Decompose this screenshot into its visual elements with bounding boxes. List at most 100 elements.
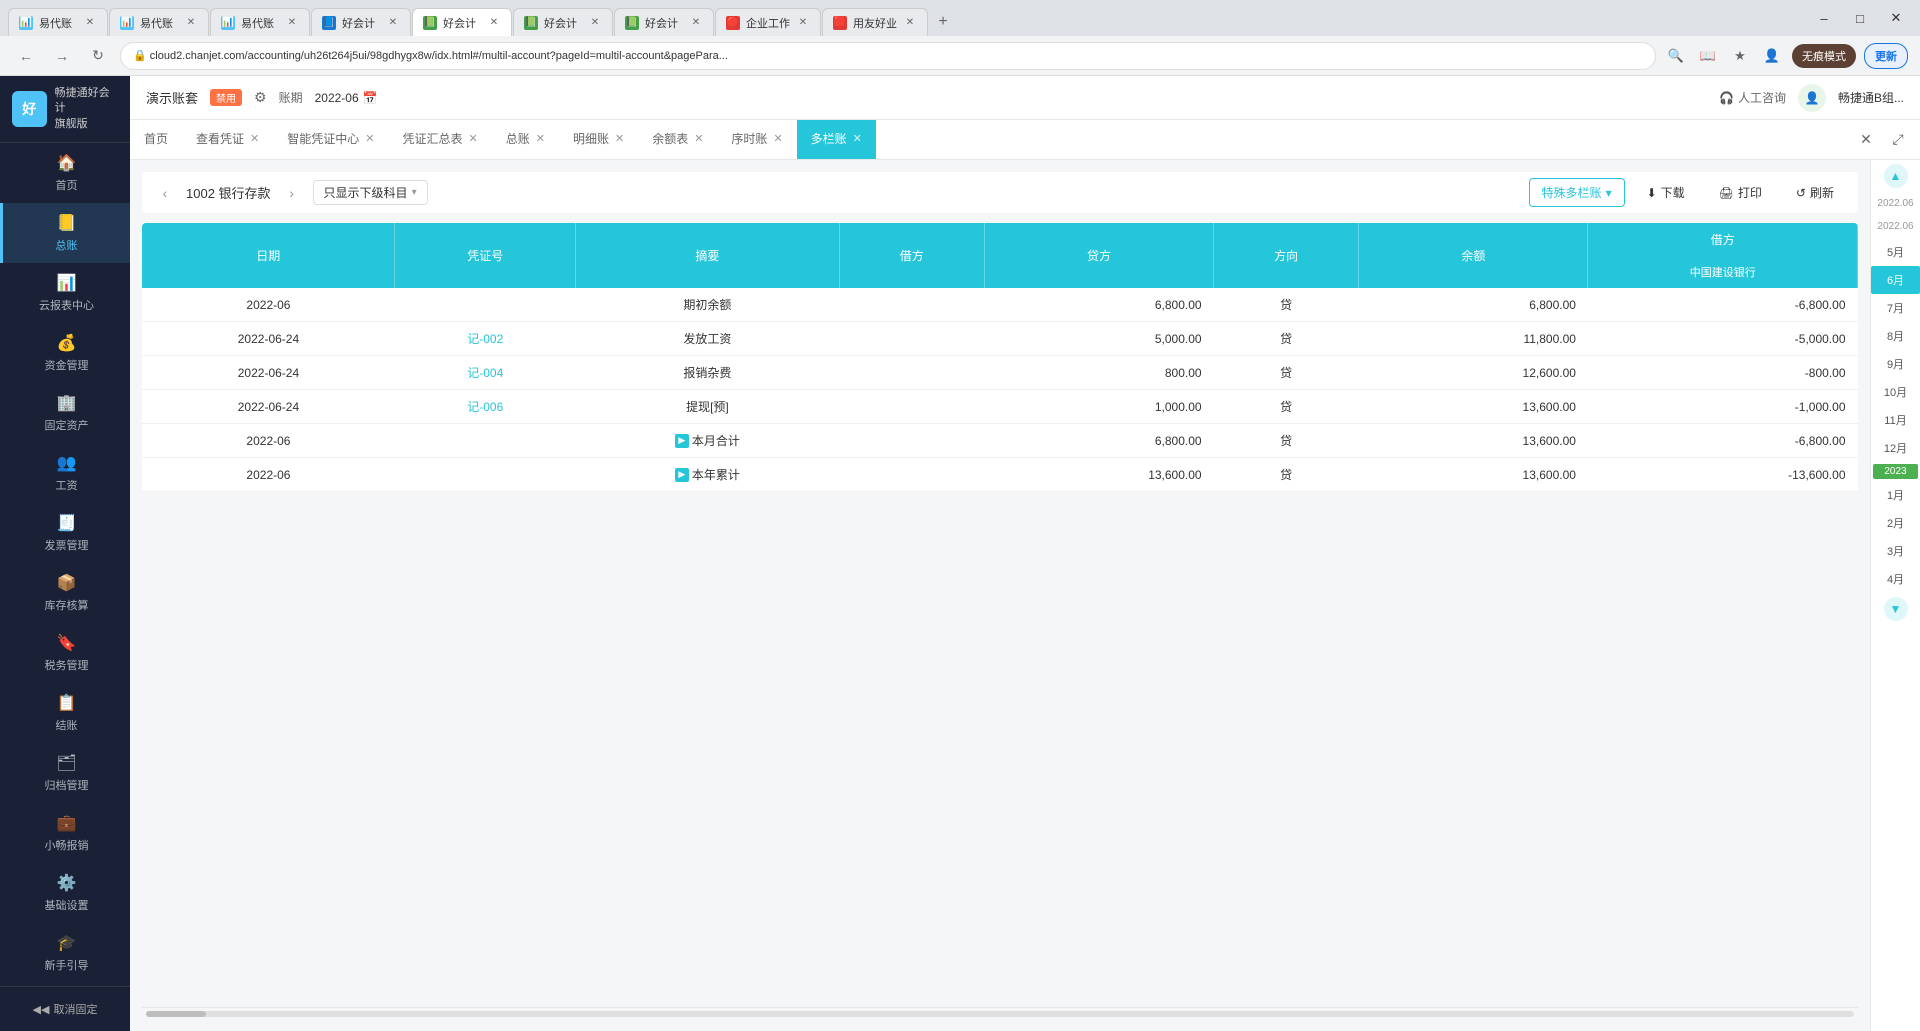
refresh-button[interactable]: ↺ 刷新 [1784,179,1846,206]
app-tab-1[interactable]: 首页 [130,120,182,160]
close-window-button[interactable]: ✕ [1880,2,1912,34]
profile-icon[interactable]: 👤 [1760,44,1784,68]
app-tab-5[interactable]: 总账✕ [492,120,559,160]
app-tab-7[interactable]: 余额表✕ [638,120,717,160]
print-button[interactable]: 🖨 打印 [1707,179,1774,206]
tab-close-2[interactable]: ✕ [184,16,198,30]
sidebar-item-2[interactable]: 📒 总账 [0,203,130,263]
sidebar-item-7[interactable]: 🧾 发票管理 [0,503,130,563]
update-button[interactable]: 更新 [1864,43,1908,69]
horizontal-scrollbar[interactable] [142,1007,1858,1019]
sidebar-item-3[interactable]: 📊 云报表中心 [0,263,130,323]
app-tab-8[interactable]: 序时账✕ [717,120,796,160]
month-2[interactable]: 2月 [1871,509,1920,537]
month-7[interactable]: 7月 [1871,294,1920,322]
tab-close-7[interactable]: ✕ [689,16,703,30]
month-5[interactable]: 5月 [1871,238,1920,266]
month-1[interactable]: 1月 [1871,481,1920,509]
voucher-link[interactable]: 记-002 [395,322,576,356]
voucher-link[interactable]: 记-006 [395,390,576,424]
forward-button[interactable]: → [48,42,76,70]
browser-tab-1[interactable]: 📊 易代账 ✕ [8,8,108,36]
browser-tab-3[interactable]: 📊 易代账 ✕ [210,8,310,36]
new-tab-button[interactable]: + [929,8,957,36]
tab-close-8[interactable]: ✕ [796,16,810,30]
browser-tab-5[interactable]: 📗 好会计 ✕ [412,8,512,36]
app-tab-close-9[interactable]: ✕ [853,132,862,145]
month-6[interactable]: 6月 [1871,266,1920,294]
bookmark-icon[interactable]: ★ [1728,44,1752,68]
month-3[interactable]: 3月 [1871,537,1920,565]
filter-subcategory-button[interactable]: 只显示下级科目 ▾ [313,180,428,205]
sidebar-item-6[interactable]: 👥 工资 [0,443,130,503]
search-icon[interactable]: 🔍 [1664,44,1688,68]
month-4[interactable]: 4月 [1871,565,1920,593]
collapse-button[interactable]: ◀◀ 取消固定 [8,995,122,1023]
sidebar-item-4[interactable]: 💰 资金管理 [0,323,130,383]
app-tab-close-2[interactable]: ✕ [250,132,259,145]
tab-close-9[interactable]: ✕ [903,16,917,30]
tab-close-1[interactable]: ✕ [83,16,97,30]
browser-tab-9[interactable]: 🟥 用友好业 ✕ [822,8,928,36]
sidebar-item-14[interactable]: 🎓 新手引导 [0,923,130,983]
calendar-icon[interactable]: 📅 [363,91,378,105]
month-12[interactable]: 12月 [1871,434,1920,462]
app-tab-4[interactable]: 凭证汇总表✕ [388,120,491,160]
expand-panel-icon[interactable]: ⤢ [1884,126,1912,154]
download-button[interactable]: ⬇ 下载 [1635,179,1697,206]
month-8[interactable]: 8月 [1871,322,1920,350]
app-tab-close-8[interactable]: ✕ [773,132,782,145]
sidebar-item-13[interactable]: ⚙️ 基础设置 [0,863,130,923]
sidebar-item-10[interactable]: 📋 结账 [0,683,130,743]
consult-button[interactable]: 🎧 人工咨询 [1719,89,1786,106]
minimize-button[interactable]: – [1808,2,1840,34]
sidebar-item-9[interactable]: 🔖 税务管理 [0,623,130,683]
nav-label-8: 库存核算 [45,597,89,613]
tab-close-4[interactable]: ✕ [386,16,400,30]
app-tab-9[interactable]: 多栏账✕ [797,120,876,160]
app-tab-close-3[interactable]: ✕ [365,132,374,145]
next-account-button[interactable]: › [281,182,303,204]
scroll-up-button[interactable]: ▲ [1884,164,1908,188]
month-9[interactable]: 9月 [1871,350,1920,378]
app-tab-close-6[interactable]: ✕ [615,132,624,145]
app-tab-close-5[interactable]: ✕ [536,132,545,145]
close-panel-icon[interactable]: ✕ [1852,126,1880,154]
browser-tab-2[interactable]: 📊 易代账 ✕ [109,8,209,36]
sidebar-item-12[interactable]: 💼 小畅报销 [0,803,130,863]
app-tab-close-4[interactable]: ✕ [469,132,478,145]
tab-title-4: 好会计 [342,15,380,31]
browser-tab-6[interactable]: 📗 好会计 ✕ [513,8,613,36]
app-tab-3[interactable]: 智能凭证中心✕ [273,120,388,160]
refresh-nav-button[interactable]: ↻ [84,42,112,70]
tab-close-5[interactable]: ✕ [487,16,501,30]
scrollbar-thumb[interactable] [146,1011,206,1017]
sidebar-item-1[interactable]: 🏠 首页 [0,143,130,203]
tab-close-6[interactable]: ✕ [588,16,602,30]
scroll-down-button[interactable]: ▼ [1884,597,1908,621]
app-tab-6[interactable]: 明细账✕ [559,120,638,160]
app-tab-close-7[interactable]: ✕ [694,132,703,145]
browser-tab-4[interactable]: 📘 好会计 ✕ [311,8,411,36]
special-multicolumn-button[interactable]: 特殊多栏账 ▾ [1529,178,1625,207]
incognito-button[interactable]: 无痕模式 [1792,44,1856,68]
tab-title-2: 易代账 [140,15,178,31]
app-tab-2[interactable]: 查看凭证✕ [182,120,273,160]
browser-tab-7[interactable]: 📗 好会计 ✕ [614,8,714,36]
sidebar-item-8[interactable]: 📦 库存核算 [0,563,130,623]
prev-account-button[interactable]: ‹ [154,182,176,204]
settings-icon[interactable]: ⚙ [254,89,267,106]
back-button[interactable]: ← [12,42,40,70]
sidebar-item-5[interactable]: 🏢 固定资产 [0,383,130,443]
month-11[interactable]: 11月 [1871,406,1920,434]
month-10[interactable]: 10月 [1871,378,1920,406]
sidebar-item-11[interactable]: 🗂 归档管理 [0,743,130,803]
voucher-link[interactable]: 记-004 [395,356,576,390]
url-bar[interactable]: 🔒 cloud2.chanjet.com/accounting/uh26t264… [120,42,1656,70]
sidebar-logo: 好 畅捷通好会计 旗舰版 [0,76,130,143]
maximize-button[interactable]: □ [1844,2,1876,34]
sidebar-footer: ◀◀ 取消固定 [0,986,130,1031]
browser-tab-8[interactable]: 🔴 企业工作 ✕ [715,8,821,36]
tab-close-3[interactable]: ✕ [285,16,299,30]
reader-icon[interactable]: 📖 [1696,44,1720,68]
